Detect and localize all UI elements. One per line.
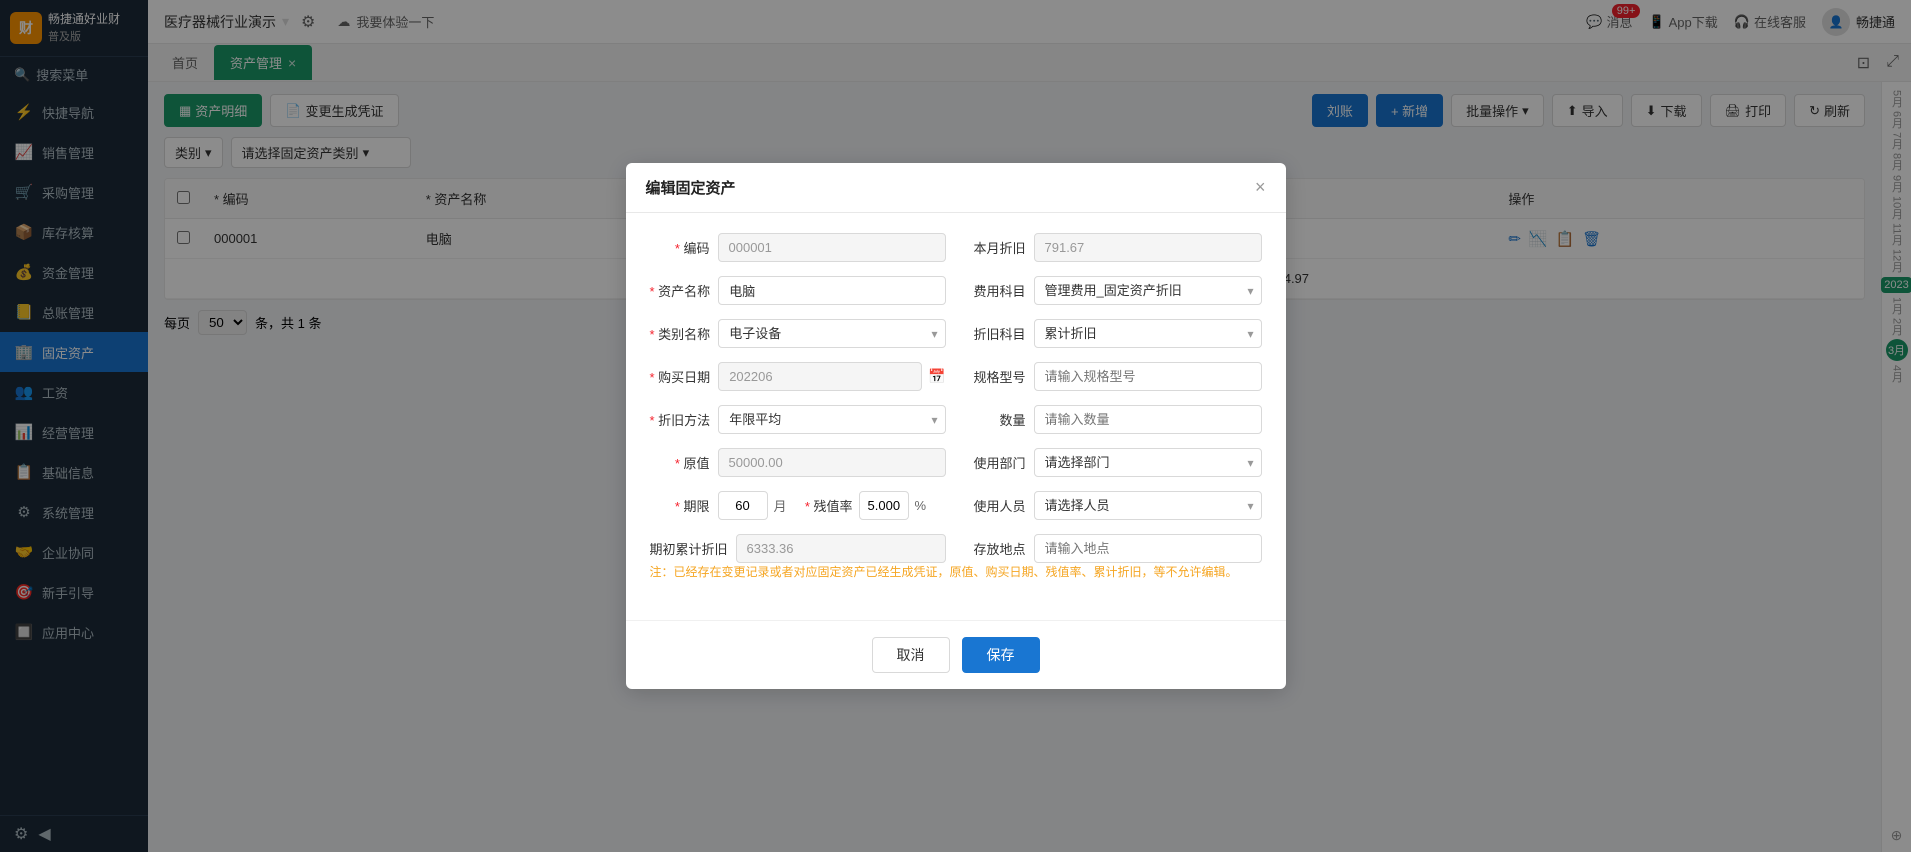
method-select[interactable]: 年限平均 [718, 405, 945, 434]
person-select-wrapper: 请选择人员 ▾ [1034, 491, 1262, 520]
form-row-category: 类别名称 电子设备 ▾ [650, 319, 946, 348]
form-row-purchase-date: 购买日期 📅 [650, 362, 946, 391]
quantity-input[interactable] [1034, 405, 1262, 434]
code-label: 编码 [650, 238, 710, 257]
form-row-initial-depreciation: 期初累计折旧 [650, 534, 946, 563]
department-select[interactable]: 请选择部门 [1034, 448, 1262, 477]
dep-account-select[interactable]: 累计折旧 [1034, 319, 1262, 348]
monthly-dep-label: 本月折旧 [966, 238, 1026, 257]
modal-overlay: 编辑固定资产 × 编码 资产名称 [0, 0, 1911, 852]
modal-header: 编辑固定资产 × [626, 163, 1286, 213]
quantity-label: 数量 [966, 410, 1026, 429]
period-label: 期限 [650, 496, 710, 515]
modal-note: 注：已经存在变更记录或者对应固定资产已经生成凭证，原值、购买日期、残值率、累计折… [650, 563, 1262, 588]
period-group: 月 残值率 % [718, 491, 946, 520]
method-select-wrapper: 年限平均 ▾ [718, 405, 945, 434]
initial-depreciation-label: 期初累计折旧 [650, 539, 728, 558]
purchase-date-label: 购买日期 [650, 367, 711, 386]
form-row-code: 编码 [650, 233, 946, 262]
expense-account-select[interactable]: 管理费用_固定资产折旧 [1034, 276, 1262, 305]
form-row-asset-name: 资产名称 [650, 276, 946, 305]
form-row-monthly-dep: 本月折旧 [966, 233, 1262, 262]
original-value-input[interactable] [718, 448, 946, 477]
department-label: 使用部门 [966, 453, 1026, 472]
department-select-wrapper: 请选择部门 ▾ [1034, 448, 1262, 477]
dep-account-select-wrapper: 累计折旧 ▾ [1034, 319, 1262, 348]
spec-label: 规格型号 [966, 367, 1026, 386]
spec-input[interactable] [1034, 362, 1262, 391]
form-row-dep-account: 折旧科目 累计折旧 ▾ [966, 319, 1262, 348]
residual-rate-input[interactable] [859, 491, 909, 520]
residual-rate-label: 残值率 [793, 496, 853, 515]
form-row-department: 使用部门 请选择部门 ▾ [966, 448, 1262, 477]
purchase-date-input[interactable] [718, 362, 922, 391]
location-label: 存放地点 [966, 539, 1026, 558]
expense-account-select-wrapper: 管理费用_固定资产折旧 ▾ [1034, 276, 1262, 305]
form-row-spec: 规格型号 [966, 362, 1262, 391]
form-row-location: 存放地点 [966, 534, 1262, 563]
save-button[interactable]: 保存 [962, 637, 1040, 673]
person-select[interactable]: 请选择人员 [1034, 491, 1262, 520]
form-grid: 编码 资产名称 类别名称 电子设备 [650, 233, 1262, 563]
form-row-period: 期限 月 残值率 % [650, 491, 946, 520]
asset-name-label: 资产名称 [650, 281, 711, 300]
cancel-button[interactable]: 取消 [872, 637, 950, 673]
period-input[interactable] [718, 491, 768, 520]
modal-title: 编辑固定资产 [646, 177, 736, 198]
category-select-wrapper: 电子设备 ▾ [718, 319, 945, 348]
form-row-person: 使用人员 请选择人员 ▾ [966, 491, 1262, 520]
form-row-quantity: 数量 [966, 405, 1262, 434]
expense-account-label: 费用科目 [966, 281, 1026, 300]
original-value-label: 原值 [650, 453, 710, 472]
person-label: 使用人员 [966, 496, 1026, 515]
form-row-method: 折旧方法 年限平均 ▾ [650, 405, 946, 434]
location-input[interactable] [1034, 534, 1262, 563]
code-input[interactable] [718, 233, 946, 262]
purchase-date-group: 📅 [718, 362, 945, 391]
category-label: 类别名称 [650, 324, 711, 343]
asset-name-input[interactable] [718, 276, 945, 305]
edit-asset-modal: 编辑固定资产 × 编码 资产名称 [626, 163, 1286, 689]
form-row-expense-account: 费用科目 管理费用_固定资产折旧 ▾ [966, 276, 1262, 305]
modal-footer: 取消 保存 [626, 620, 1286, 689]
initial-depreciation-input[interactable] [736, 534, 946, 563]
modal-close-button[interactable]: × [1255, 177, 1266, 198]
form-row-original-value: 原值 [650, 448, 946, 477]
calendar-icon[interactable]: 📅 [928, 368, 945, 385]
dep-account-label: 折旧科目 [966, 324, 1026, 343]
modal-body: 编码 资产名称 类别名称 电子设备 [626, 213, 1286, 620]
method-label: 折旧方法 [650, 410, 711, 429]
monthly-dep-input[interactable] [1034, 233, 1262, 262]
category-select[interactable]: 电子设备 [718, 319, 945, 348]
